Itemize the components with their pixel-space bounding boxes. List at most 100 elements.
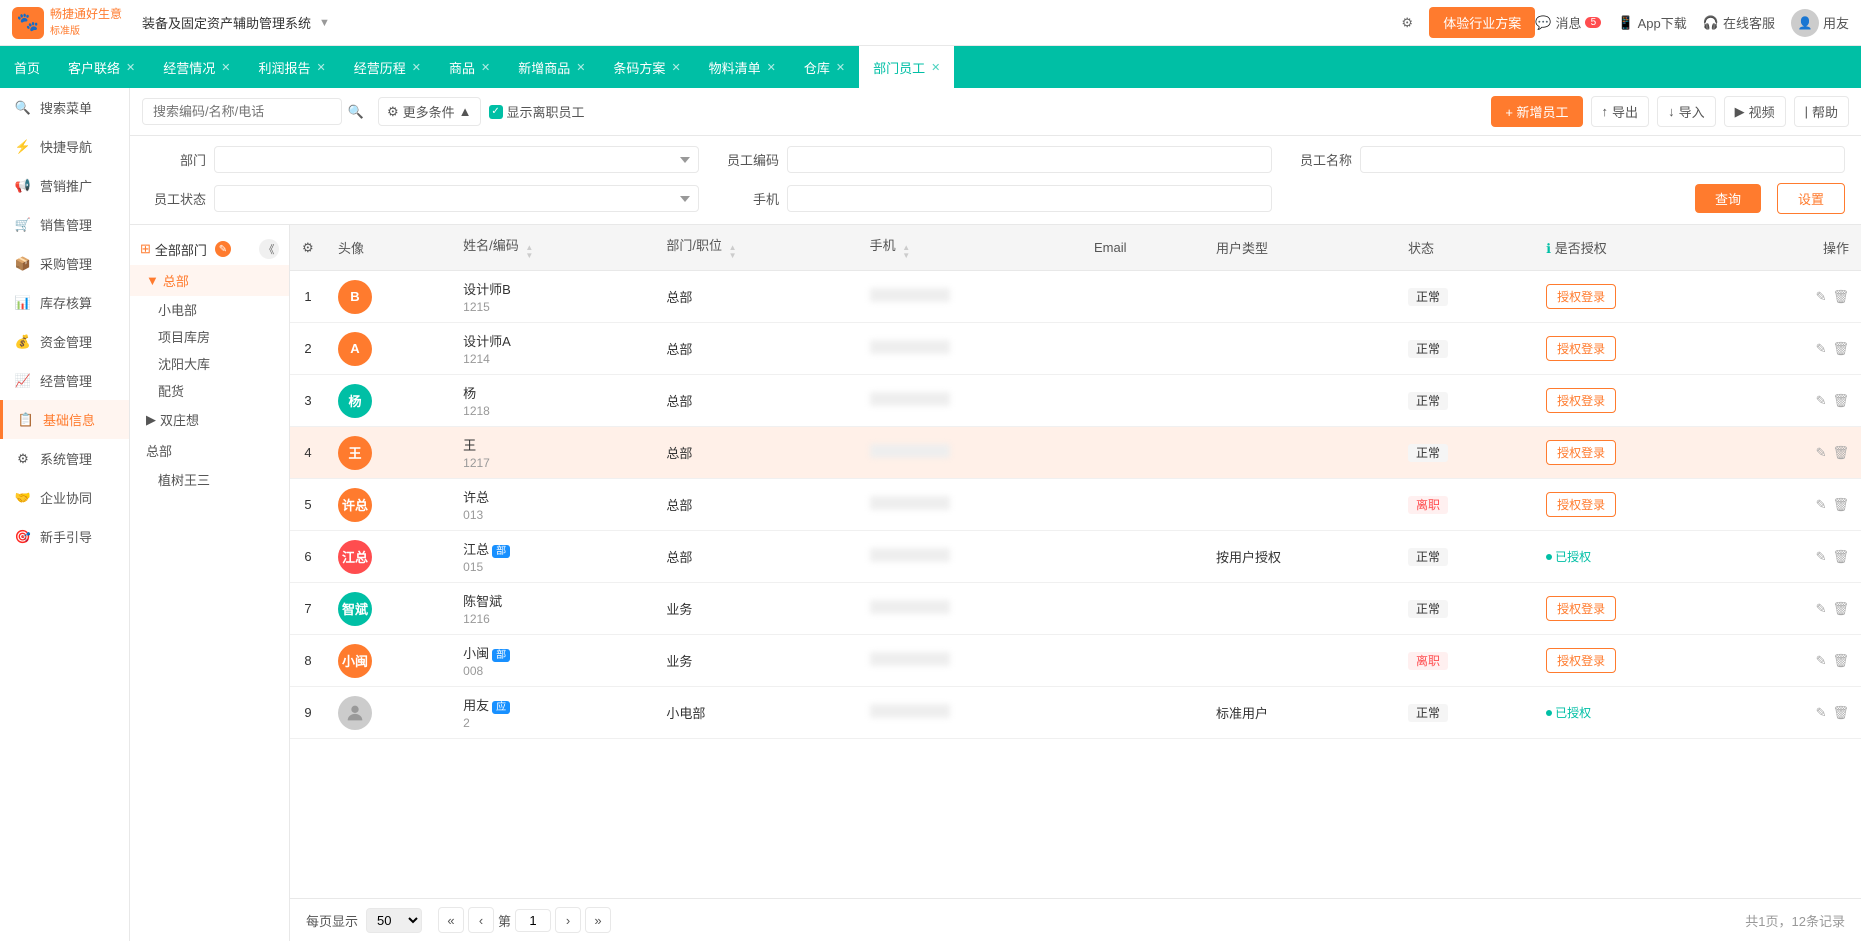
sidebar-item-sales[interactable]: 🛒 销售管理 (0, 205, 129, 244)
edit-icon[interactable]: ✎ (1816, 549, 1827, 564)
settings-icon[interactable]: ⚙ (1393, 9, 1421, 37)
dept-select[interactable] (214, 146, 699, 173)
sidebar-item-nav[interactable]: ⚡ 快捷导航 (0, 127, 129, 166)
auth-login-btn[interactable]: 授权登录 (1546, 440, 1616, 465)
tab-warehouse-close[interactable]: ✕ (836, 61, 845, 74)
experience-btn[interactable]: 体验行业方案 (1429, 7, 1535, 38)
edit-icon[interactable]: ✎ (1816, 393, 1827, 408)
help-btn[interactable]: | 帮助 (1794, 96, 1849, 127)
last-page-btn[interactable]: » (585, 907, 611, 933)
page-number-input[interactable] (515, 909, 551, 932)
delete-icon[interactable]: 🗑 (1832, 341, 1849, 356)
auth-info-icon[interactable]: ℹ (1546, 241, 1551, 256)
edit-icon[interactable]: ✎ (1816, 601, 1827, 616)
edit-icon[interactable]: ✎ (1816, 289, 1827, 304)
sidebar-item-system[interactable]: ⚙ 系统管理 (0, 439, 129, 478)
tab-barcode-close[interactable]: ✕ (671, 61, 680, 74)
name-sort[interactable]: ▲▼ (525, 244, 533, 260)
col-dept[interactable]: 部门/职位 ▲▼ (654, 225, 857, 271)
export-btn[interactable]: ↑ 导出 (1591, 96, 1650, 127)
delete-icon[interactable]: 🗑 (1832, 705, 1849, 720)
tab-new-goods-close[interactable]: ✕ (576, 61, 585, 74)
search-submit-icon[interactable]: 🔍 (342, 98, 370, 126)
edit-icon[interactable]: ✎ (1816, 653, 1827, 668)
query-btn[interactable]: 查询 (1695, 184, 1761, 213)
dept-sort[interactable]: ▲▼ (729, 244, 737, 260)
emp-code-input[interactable] (787, 146, 1272, 173)
auth-login-btn[interactable]: 授权登录 (1546, 388, 1616, 413)
edit-icon[interactable]: ✎ (1816, 705, 1827, 720)
phone-input[interactable] (787, 185, 1272, 212)
tab-business[interactable]: 经营情况 ✕ (149, 46, 244, 88)
edit-icon[interactable]: ✎ (1816, 445, 1827, 460)
tab-goods[interactable]: 商品 ✕ (435, 46, 504, 88)
auth-login-btn[interactable]: 授权登录 (1546, 596, 1616, 621)
sidebar-item-basics[interactable]: 📋 基础信息 (0, 400, 129, 439)
tab-business-close[interactable]: ✕ (221, 61, 230, 74)
more-conditions-btn[interactable]: ⚙ 更多条件 ▲ (378, 97, 481, 126)
delete-icon[interactable]: 🗑 (1832, 601, 1849, 616)
col-name[interactable]: 姓名/编码 ▲▼ (451, 225, 654, 271)
sidebar-item-search[interactable]: 🔍 搜索菜单 (0, 88, 129, 127)
sidebar-item-guide[interactable]: 🎯 新手引导 (0, 517, 129, 556)
dept-edit-icon[interactable]: ✎ (215, 241, 231, 257)
dept-collapse-btn[interactable]: 《 (259, 239, 279, 259)
edit-icon[interactable]: ✎ (1816, 497, 1827, 512)
sidebar-item-collab[interactable]: 🤝 企业协同 (0, 478, 129, 517)
online-service-btn[interactable]: 🎧 在线客服 (1703, 13, 1775, 32)
first-page-btn[interactable]: « (438, 907, 464, 933)
auth-login-btn[interactable]: 授权登录 (1546, 336, 1616, 361)
dept-item-elec[interactable]: 小电部 (130, 296, 289, 323)
dept-item-hq[interactable]: ▼ 总部 (130, 265, 289, 296)
system-dropdown-icon[interactable]: ▼ (319, 17, 330, 29)
tab-customer-close[interactable]: ✕ (126, 61, 135, 74)
sidebar-item-marketing[interactable]: 📢 营销推广 (0, 166, 129, 205)
auth-login-btn[interactable]: 授权登录 (1546, 492, 1616, 517)
dept-item-dist[interactable]: 配货 (130, 377, 289, 404)
tab-employees-close[interactable]: ✕ (931, 61, 940, 74)
dept-item-planting[interactable]: 植树王三 (130, 466, 289, 493)
tab-profit-close[interactable]: ✕ (317, 61, 326, 74)
messages-btn[interactable]: 💬 消息 5 (1535, 13, 1601, 32)
status-select[interactable] (214, 185, 699, 212)
tab-new-goods[interactable]: 新增商品 ✕ (504, 46, 599, 88)
dept-item-sy[interactable]: 沈阳大库 (130, 350, 289, 377)
sidebar-item-operations[interactable]: 📈 经营管理 (0, 361, 129, 400)
prev-page-btn[interactable]: ‹ (468, 907, 494, 933)
delete-icon[interactable]: 🗑 (1832, 653, 1849, 668)
emp-name-input[interactable] (1360, 146, 1845, 173)
import-btn[interactable]: ↓ 导入 (1657, 96, 1716, 127)
tab-home[interactable]: 首页 (0, 46, 54, 88)
auth-login-btn[interactable]: 授权登录 (1546, 648, 1616, 673)
sidebar-item-inventory[interactable]: 📊 库存核算 (0, 283, 129, 322)
per-page-select[interactable]: 50 20 100 (366, 908, 422, 933)
tab-bom[interactable]: 物料清单 ✕ (695, 46, 790, 88)
col-settings[interactable]: ⚙ (290, 225, 326, 271)
dept-item-hq2[interactable]: 总部 (130, 435, 289, 466)
delete-icon[interactable]: 🗑 (1832, 289, 1849, 304)
delete-icon[interactable]: 🗑 (1832, 549, 1849, 564)
search-input[interactable] (142, 98, 342, 125)
delete-icon[interactable]: 🗑 (1832, 393, 1849, 408)
col-phone[interactable]: 手机 ▲▼ (858, 225, 1082, 271)
tab-goods-close[interactable]: ✕ (481, 61, 490, 74)
tab-employees[interactable]: 部门员工 ✕ (859, 46, 954, 88)
dept-item-sz[interactable]: ▶ 双庄想 (130, 404, 289, 435)
app-download-btn[interactable]: 📱 App下载 (1617, 13, 1686, 32)
user-menu[interactable]: 👤 用友 (1791, 9, 1849, 37)
sidebar-item-finance[interactable]: 💰 资金管理 (0, 322, 129, 361)
delete-icon[interactable]: 🗑 (1832, 445, 1849, 460)
phone-sort[interactable]: ▲▼ (902, 244, 910, 260)
dept-item-proj[interactable]: 项目库房 (130, 323, 289, 350)
tab-history-close[interactable]: ✕ (412, 61, 421, 74)
tab-profit[interactable]: 利润报告 ✕ (244, 46, 339, 88)
add-employee-btn[interactable]: + 新增员工 (1491, 96, 1582, 127)
tab-barcode[interactable]: 条码方案 ✕ (599, 46, 694, 88)
set-btn[interactable]: 设置 (1777, 183, 1845, 214)
next-page-btn[interactable]: › (555, 907, 581, 933)
tab-bom-close[interactable]: ✕ (767, 61, 776, 74)
edit-icon[interactable]: ✎ (1816, 341, 1827, 356)
tab-history[interactable]: 经营历程 ✕ (340, 46, 435, 88)
view-btn[interactable]: ▶ 视频 (1724, 96, 1786, 127)
sidebar-item-purchase[interactable]: 📦 采购管理 (0, 244, 129, 283)
